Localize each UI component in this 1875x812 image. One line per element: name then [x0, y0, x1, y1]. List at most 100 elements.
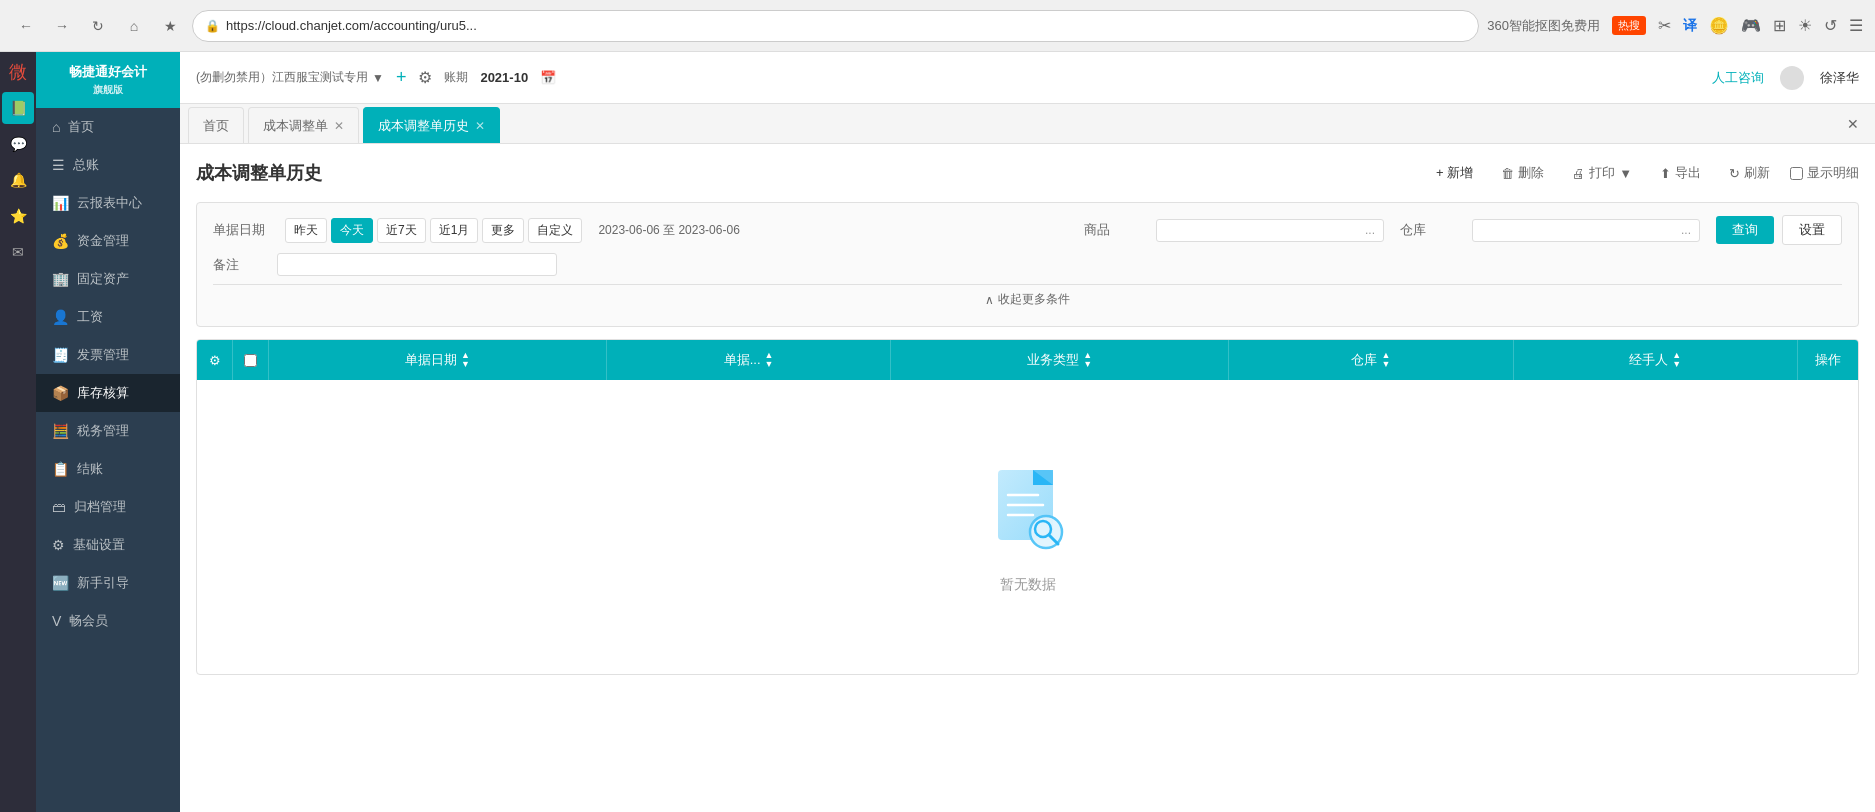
funds-icon: 💰 [52, 233, 69, 249]
tab-cost-history-label: 成本调整单历史 [378, 117, 469, 135]
sidebar-item-funds[interactable]: 💰 资金管理 [36, 222, 180, 260]
date-btn-custom[interactable]: 自定义 [528, 218, 582, 243]
goods-filter-label: 商品 [1084, 221, 1140, 239]
tab-cost-history-close[interactable]: ✕ [475, 119, 485, 133]
refresh-button[interactable]: ↻ [84, 12, 112, 40]
warehouse-filter-input[interactable]: ... [1472, 219, 1700, 242]
sidebar-item-fixed[interactable]: 🏢 固定资产 [36, 260, 180, 298]
th-num-label: 单据... [724, 351, 761, 369]
query-button[interactable]: 查询 [1716, 216, 1774, 244]
sidebar-item-closing[interactable]: 📋 结账 [36, 450, 180, 488]
date-btn-yesterday[interactable]: 昨天 [285, 218, 327, 243]
sidebar-item-vip[interactable]: V 畅会员 [36, 602, 180, 640]
date-btn-7days[interactable]: 近7天 [377, 218, 426, 243]
icon-bar-star[interactable]: ⭐ [2, 200, 34, 232]
date-sort-arrows[interactable]: ▲▼ [461, 351, 470, 369]
tab-cost-adjust-close[interactable]: ✕ [334, 119, 344, 133]
delete-icon: 🗑 [1501, 166, 1514, 181]
warehouse-sort-arrows[interactable]: ▲▼ [1381, 351, 1390, 369]
collapse-button[interactable]: ∧ 收起更多条件 [213, 284, 1842, 314]
refresh-button-page[interactable]: ↻ 刷新 [1721, 160, 1778, 186]
icon-bar-bell[interactable]: 🔔 [2, 164, 34, 196]
th-check[interactable] [233, 340, 269, 380]
sidebar-item-salary[interactable]: 👤 工资 [36, 298, 180, 336]
tab-home[interactable]: 首页 [188, 107, 244, 143]
icon-bar-app[interactable]: 📗 [2, 92, 34, 124]
print-icon: 🖨 [1572, 166, 1585, 181]
forward-button[interactable]: → [48, 12, 76, 40]
url-bar[interactable]: 🔒 https://cloud.chanjet.com/accounting/u… [192, 10, 1479, 42]
sidebar-item-invoice[interactable]: 🧾 发票管理 [36, 336, 180, 374]
biztype-sort-arrows[interactable]: ▲▼ [1083, 351, 1092, 369]
filter-settings-button[interactable]: 设置 [1782, 215, 1842, 245]
sidebar-item-guide[interactable]: 🆕 新手引导 [36, 564, 180, 602]
sidebar-item-settings[interactable]: ⚙ 基础设置 [36, 526, 180, 564]
warehouse-more-btn[interactable]: ... [1681, 223, 1691, 237]
scissors-icon: ✂ [1658, 16, 1671, 35]
sidebar-item-archive[interactable]: 🗃 归档管理 [36, 488, 180, 526]
print-dropdown-icon: ▼ [1619, 166, 1632, 181]
game-icon: 🎮 [1741, 16, 1761, 35]
sidebar-label-guide: 新手引导 [77, 574, 129, 592]
remark-input[interactable] [277, 253, 557, 276]
sidebar-item-reports[interactable]: 📊 云报表中心 [36, 184, 180, 222]
th-handler[interactable]: 经手人 ▲▼ [1514, 340, 1798, 380]
tab-cost-history[interactable]: 成本调整单历史 ✕ [363, 107, 500, 143]
icon-bar-weibo[interactable]: 微 [2, 56, 34, 88]
sidebar-item-ledger[interactable]: ☰ 总账 [36, 146, 180, 184]
add-company-btn[interactable]: + [396, 67, 407, 88]
date-btn-more[interactable]: 更多 [482, 218, 524, 243]
select-all-checkbox[interactable] [244, 354, 257, 367]
table-header: ⚙ 单据日期 ▲▼ 单据... ▲▼ 业务类型 ▲▼ [197, 340, 1858, 380]
th-biztype[interactable]: 业务类型 ▲▼ [891, 340, 1229, 380]
sidebar-item-tax[interactable]: 🧮 税务管理 [36, 412, 180, 450]
date-btn-1month[interactable]: 近1月 [430, 218, 479, 243]
sidebar-label-reports: 云报表中心 [77, 194, 142, 212]
goods-filter-input[interactable]: ... [1156, 219, 1384, 242]
remark-label: 备注 [213, 256, 269, 274]
user-avatar [1780, 66, 1804, 90]
icon-bar-msg[interactable]: 💬 [2, 128, 34, 160]
new-button[interactable]: + 新增 [1428, 160, 1481, 186]
export-button[interactable]: ⬆ 导出 [1652, 160, 1709, 186]
th-settings[interactable]: ⚙ [197, 340, 233, 380]
sidebar-item-home[interactable]: ⌂ 首页 [36, 108, 180, 146]
grid-icon: ⊞ [1773, 16, 1786, 35]
bookmark-button[interactable]: ★ [156, 12, 184, 40]
icon-bar-envelope[interactable]: ✉ [2, 236, 34, 268]
delete-button[interactable]: 🗑 删除 [1493, 160, 1552, 186]
page-content: 成本调整单历史 + 新增 🗑 删除 🖨 打印 ▼ ⬆ 导出 [180, 144, 1875, 812]
company-selector[interactable]: (勿删勿禁用）江西服宝测试专用 ▼ [196, 69, 384, 86]
back-button[interactable]: ← [12, 12, 40, 40]
sidebar-item-inventory[interactable]: 📦 库存核算 [36, 374, 180, 412]
settings-icon: ⚙ [52, 537, 65, 553]
user-name[interactable]: 徐泽华 [1820, 69, 1859, 87]
goods-input[interactable] [1165, 223, 1365, 238]
th-date[interactable]: 单据日期 ▲▼ [269, 340, 607, 380]
inventory-icon: 📦 [52, 385, 69, 401]
date-btn-today[interactable]: 今天 [331, 218, 373, 243]
help-button[interactable]: 人工咨询 [1712, 69, 1764, 87]
warehouse-input[interactable] [1481, 223, 1681, 238]
company-name: (勿删勿禁用）江西服宝测试专用 [196, 69, 368, 86]
goods-more-btn[interactable]: ... [1365, 223, 1375, 237]
tab-cost-adjust[interactable]: 成本调整单 ✕ [248, 107, 359, 143]
url-text: https://cloud.chanjet.com/accounting/uru… [226, 18, 477, 33]
tab-close-all[interactable]: ✕ [1847, 116, 1859, 132]
browser-actions: 360智能抠图免费用 热搜 ✂ 译 🪙 🎮 ⊞ ☀ ↺ ☰ [1487, 16, 1863, 35]
home-button[interactable]: ⌂ [120, 12, 148, 40]
handler-sort-arrows[interactable]: ▲▼ [1672, 351, 1681, 369]
th-warehouse[interactable]: 仓库 ▲▼ [1229, 340, 1513, 380]
tax-icon: 🧮 [52, 423, 69, 439]
show-detail-checkbox[interactable]: 显示明细 [1790, 164, 1859, 182]
settings-gear-icon[interactable]: ⚙ [418, 68, 432, 87]
calendar-icon[interactable]: 📅 [540, 70, 556, 85]
show-detail-input[interactable] [1790, 167, 1803, 180]
main-content: (勿删勿禁用）江西服宝测试专用 ▼ + ⚙ 账期 2021-10 📅 人工咨询 … [180, 52, 1875, 812]
print-button[interactable]: 🖨 打印 ▼ [1564, 160, 1640, 186]
num-sort-arrows[interactable]: ▲▼ [765, 351, 774, 369]
browser-chrome: ← → ↻ ⌂ ★ 🔒 https://cloud.chanjet.com/ac… [0, 0, 1875, 52]
th-warehouse-label: 仓库 [1351, 351, 1377, 369]
translate-icon: 译 [1683, 17, 1697, 35]
th-num[interactable]: 单据... ▲▼ [607, 340, 891, 380]
